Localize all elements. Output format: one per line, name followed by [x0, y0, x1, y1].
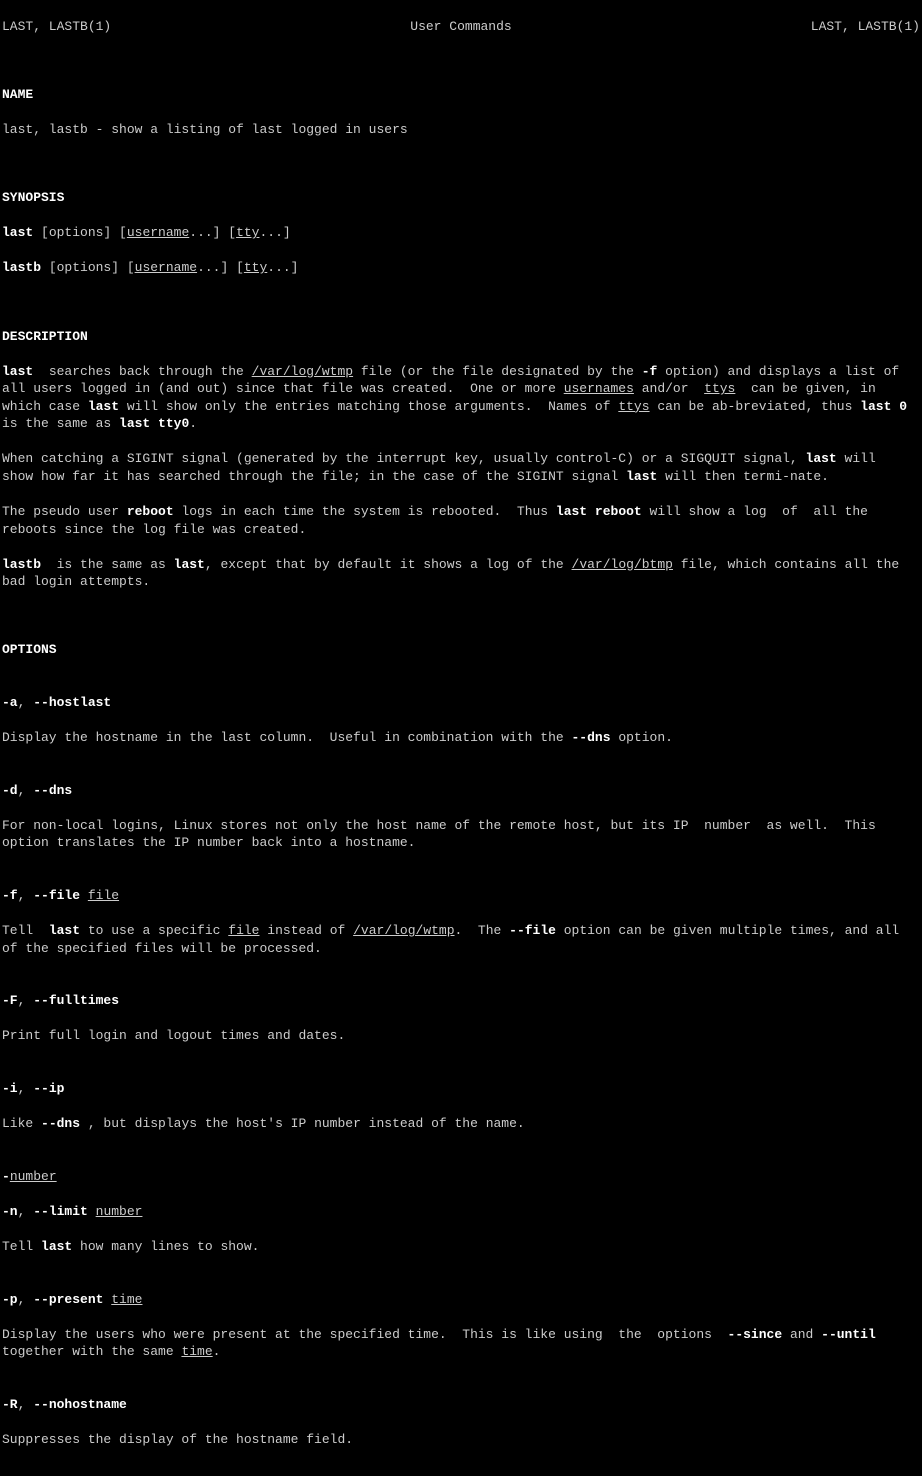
option-d-flag: -d, --dns	[2, 782, 920, 800]
description-p2: When catching a SIGINT signal (generated…	[2, 450, 920, 485]
option-i-flag: -i, --ip	[2, 1080, 920, 1098]
header-center: User Commands	[410, 18, 511, 36]
option-R-flag: -R, --nohostname	[2, 1396, 920, 1414]
option-p-desc: Display the users who were present at th…	[2, 1326, 920, 1361]
option-i-desc: Like --dns , but displays the host's IP …	[2, 1115, 920, 1133]
option-a-desc: Display the hostname in the last column.…	[2, 729, 920, 747]
synopsis-line-2: lastb [options] [username...] [tty...]	[2, 259, 920, 277]
header-line: LAST, LASTB(1) User Commands LAST, LASTB(1…	[2, 18, 920, 36]
option-F-desc: Print full login and logout times and da…	[2, 1027, 920, 1045]
description-p3: The pseudo user reboot logs in each time…	[2, 503, 920, 538]
header-right: LAST, LASTB(1)	[811, 18, 920, 36]
option-n-flag: -n, --limit number	[2, 1203, 920, 1221]
section-description-title: DESCRIPTION	[2, 328, 920, 346]
option-a-flag: -a, --hostlast	[2, 694, 920, 712]
description-p4: lastb is the same as last, except that b…	[2, 556, 920, 591]
option-n-desc: Tell last how many lines to show.	[2, 1238, 920, 1256]
section-name-title: NAME	[2, 86, 920, 104]
name-text: last, lastb - show a listing of last log…	[2, 121, 920, 139]
description-p1: last searches back through the /var/log/…	[2, 363, 920, 433]
option-f-flag: -f, --file file	[2, 887, 920, 905]
man-page: LAST, LASTB(1) User Commands LAST, LASTB(1…	[0, 0, 922, 1476]
section-options-title: OPTIONS	[2, 641, 920, 659]
option-R-desc: Suppresses the display of the hostname f…	[2, 1431, 920, 1449]
section-synopsis-title: SYNOPSIS	[2, 189, 920, 207]
synopsis-line-1: last [options] [username...] [tty...]	[2, 224, 920, 242]
option-number-flag: -number	[2, 1168, 920, 1186]
header-left: LAST, LASTB(1)	[2, 18, 111, 36]
option-p-flag: -p, --present time	[2, 1291, 920, 1309]
option-f-desc: Tell last to use a specific file instead…	[2, 922, 920, 957]
option-F-flag: -F, --fulltimes	[2, 992, 920, 1010]
option-d-desc: For non-local logins, Linux stores not o…	[2, 817, 920, 852]
